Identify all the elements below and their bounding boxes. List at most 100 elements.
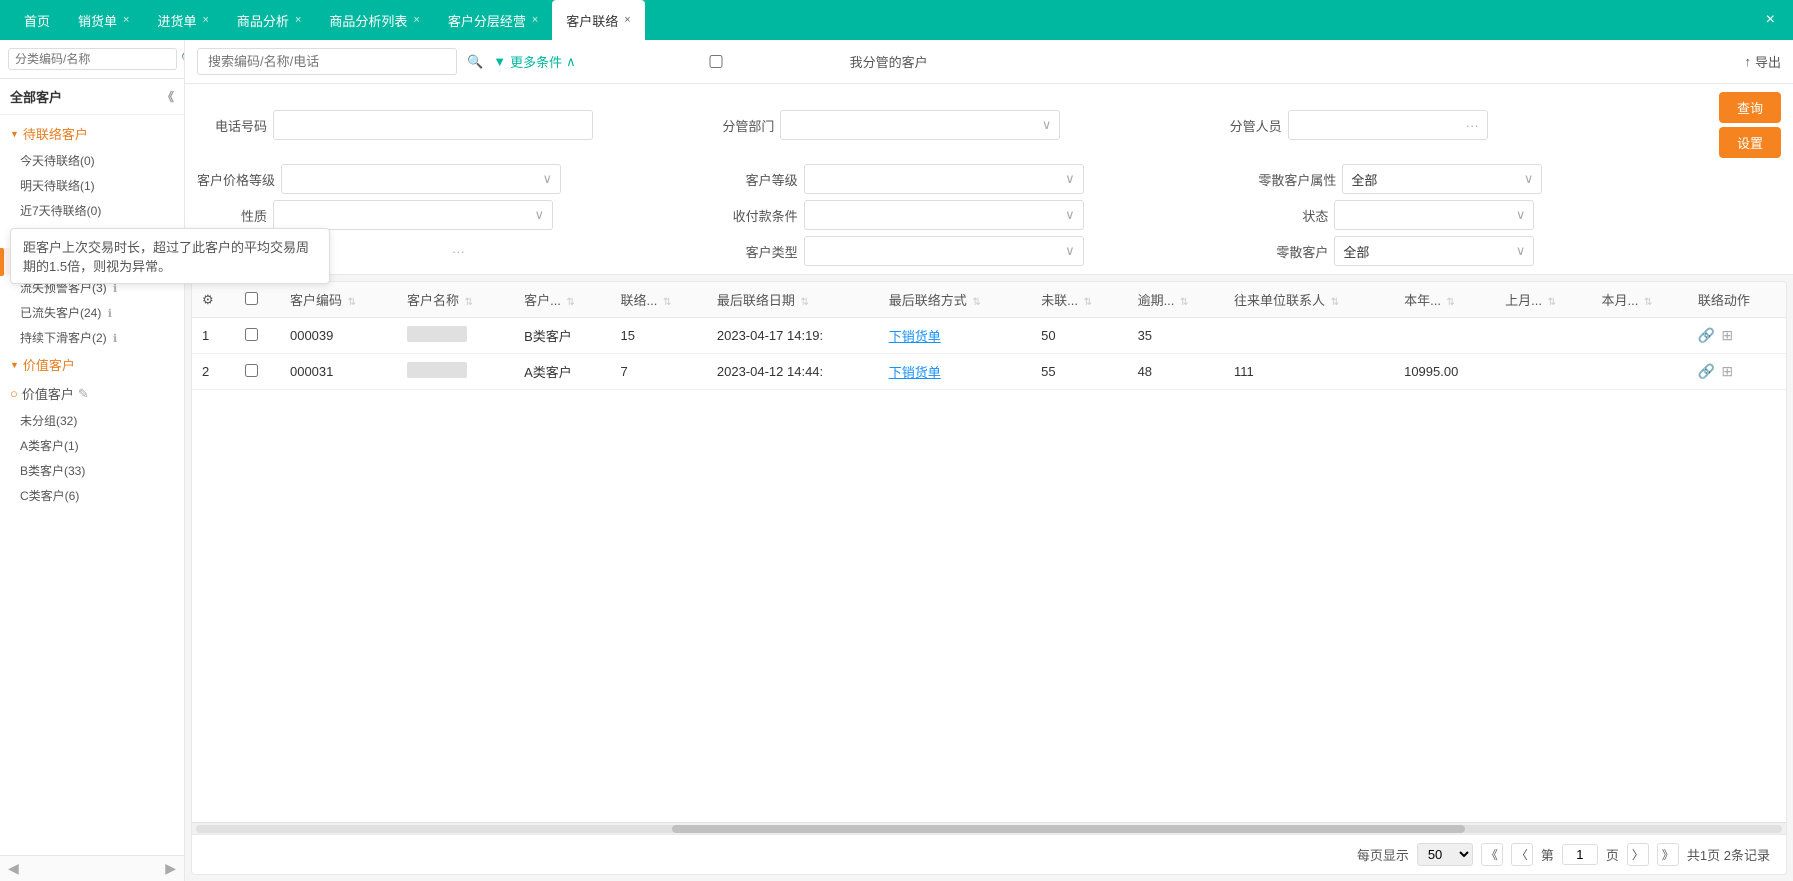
row1-last-method[interactable]: 下销货单 — [879, 318, 1031, 354]
row1-index: 1 — [192, 318, 235, 354]
sidebar-group-value[interactable]: 价值客户 — [0, 350, 184, 379]
more-filters-button[interactable]: ▼ 更多条件 ∧ — [493, 52, 575, 71]
col-settings[interactable]: ⚙ — [192, 282, 235, 318]
status-select[interactable]: ∨ — [1334, 200, 1534, 230]
sidebar-search-input[interactable] — [8, 48, 177, 70]
row1-link-icon[interactable]: 🔗 — [1698, 327, 1715, 344]
customer-type-select[interactable]: ∨ — [804, 236, 1084, 266]
row1-this-year — [1394, 318, 1495, 354]
sidebar-value-group-edit-icon[interactable]: ✎ — [78, 386, 89, 402]
select-all-checkbox[interactable] — [245, 292, 258, 305]
last-page-button[interactable]: 》 — [1657, 843, 1679, 866]
row1-checkbox[interactable] — [245, 328, 258, 341]
row2-grid-icon[interactable]: ⊞ — [1721, 363, 1733, 380]
tooltip-text: 距客户上次交易时长，超过了此客户的平均交易周期的1.5倍，则视为异常。 — [185, 240, 309, 274]
sidebar-next-arrow[interactable]: ▶ — [165, 860, 176, 877]
price-grade-select[interactable]: ∨ — [281, 164, 561, 194]
col-contact-person[interactable]: 往来单位联系人 ⇅ — [1224, 282, 1394, 318]
sort-name-icon: ⇅ — [465, 297, 473, 308]
close-product-analysis-icon[interactable]: × — [295, 14, 301, 26]
filter-price-grade-section: 客户价格等级 ∨ — [197, 164, 720, 194]
sidebar-collapse-icon[interactable]: 《 — [162, 88, 174, 105]
sort-type-icon: ⇅ — [567, 297, 575, 308]
my-customers-checkbox[interactable] — [586, 55, 846, 68]
manager-select[interactable]: ··· — [1288, 110, 1488, 140]
nav-product-analysis[interactable]: 商品分析 × — [223, 0, 315, 40]
sidebar-item-tomorrow[interactable]: 明天待联络(1) — [0, 173, 184, 198]
row1-grid-icon[interactable]: ⊞ — [1721, 327, 1733, 344]
search-input[interactable] — [197, 48, 457, 75]
col-this-month[interactable]: 本月... ⇅ — [1592, 282, 1688, 318]
prev-page-button[interactable]: 〈 — [1511, 843, 1533, 866]
content-area: 距客户上次交易时长，超过了此客户的平均交易周期的1.5倍，则视为异常。 🔍 ▼ … — [185, 40, 1793, 881]
page-number-input[interactable] — [1562, 844, 1598, 865]
nav-purchase-order[interactable]: 进货单 × — [143, 0, 222, 40]
table-scroll-wrap[interactable]: ⚙ 客户编码 ⇅ 客户名称 ⇅ — [192, 282, 1786, 822]
sidebar-item-churned[interactable]: 已流失客户(24) ℹ — [0, 300, 184, 325]
sidebar-item-declining[interactable]: 持续下滑客户(2) ℹ — [0, 325, 184, 350]
filter-search-icon[interactable]: 🔍 — [467, 54, 483, 70]
nav-customer-tier[interactable]: 客户分层经营 × — [434, 0, 552, 40]
row2-name — [397, 354, 514, 390]
gender-select[interactable]: ∨ — [273, 200, 553, 230]
customer-grade-select[interactable]: ∨ — [804, 164, 1084, 194]
row2-method-link[interactable]: 下销货单 — [889, 365, 941, 380]
dots-button[interactable]: ··· — [452, 244, 465, 259]
close-purchase-order-icon[interactable]: × — [202, 14, 208, 26]
nav-customer-contact[interactable]: 客户联络 × — [552, 0, 644, 40]
sidebar-item-class-b[interactable]: B类客户(33) — [0, 458, 184, 483]
close-customer-tier-icon[interactable]: × — [532, 14, 538, 26]
row1-method-link[interactable]: 下销货单 — [889, 329, 941, 344]
col-contact-count[interactable]: 联络... ⇅ — [610, 282, 706, 318]
all-customers-label: 全部客户 — [10, 87, 62, 106]
sidebar-group-value-label: 价值客户 — [23, 355, 75, 374]
close-customer-contact-icon[interactable]: × — [624, 14, 630, 26]
first-page-button[interactable]: 《 — [1481, 843, 1503, 866]
export-button[interactable]: ↑ 导出 — [1744, 52, 1781, 71]
sidebar-group-pending[interactable]: 待联络客户 — [0, 119, 184, 148]
col-last-contact-method[interactable]: 最后联络方式 ⇅ — [879, 282, 1031, 318]
row2-link-icon[interactable]: 🔗 — [1698, 363, 1715, 380]
row2-last-method[interactable]: 下销货单 — [879, 354, 1031, 390]
col-this-year[interactable]: 本年... ⇅ — [1394, 282, 1495, 318]
retail-customer-arrow-icon: ∨ — [1516, 243, 1526, 259]
retail-attr-select[interactable]: 全部 ∨ — [1342, 164, 1542, 194]
col-customer-type[interactable]: 客户... ⇅ — [514, 282, 610, 318]
col-uncontacted[interactable]: 未联... ⇅ — [1031, 282, 1127, 318]
close-sales-order-icon[interactable]: × — [123, 14, 129, 26]
nav-sales-order[interactable]: 销货单 × — [64, 0, 143, 40]
sidebar-item-class-c[interactable]: C类客户(6) — [0, 483, 184, 508]
sidebar-prev-arrow[interactable]: ◀ — [8, 860, 19, 877]
my-customers-label: 我分管的客户 — [850, 52, 928, 71]
scrollbar-thumb — [672, 825, 1465, 833]
window-close-icon[interactable]: × — [1758, 11, 1783, 29]
col-last-contact-date[interactable]: 最后联络日期 ⇅ — [707, 282, 879, 318]
sidebar-item-7days[interactable]: 近7天待联络(0) — [0, 198, 184, 223]
col-customer-code[interactable]: 客户编码 ⇅ — [280, 282, 397, 318]
per-page-select[interactable]: 50 20 100 — [1417, 843, 1473, 866]
next-page-button[interactable]: 〉 — [1627, 843, 1649, 866]
row2-checkbox[interactable] — [245, 364, 258, 377]
pay-term-select[interactable]: ∨ — [804, 200, 1084, 230]
table-settings-icon[interactable]: ⚙ — [202, 292, 214, 307]
col-last-month[interactable]: 上月... ⇅ — [1495, 282, 1591, 318]
status-arrow-icon: ∨ — [1516, 207, 1526, 223]
query-button[interactable]: 查询 — [1719, 92, 1781, 123]
col-customer-name[interactable]: 客户名称 ⇅ — [397, 282, 514, 318]
close-product-analysis-list-icon[interactable]: × — [413, 14, 419, 26]
dept-select[interactable]: ∨ — [780, 110, 1060, 140]
phone-input[interactable] — [273, 110, 593, 140]
settings-button[interactable]: 设置 — [1719, 127, 1781, 158]
filter-dept-section: 分管部门 ∨ — [704, 110, 1203, 140]
filter-status-section: 状态 ∨ — [1258, 200, 1781, 230]
horizontal-scrollbar[interactable] — [192, 822, 1786, 834]
col-overdue[interactable]: 逾期... ⇅ — [1128, 282, 1224, 318]
nav-product-analysis-list[interactable]: 商品分析列表 × — [315, 0, 433, 40]
sidebar-item-unclassified[interactable]: 未分组(32) — [0, 408, 184, 433]
sidebar-value-group-expand[interactable]: ○ — [10, 386, 18, 401]
retail-customer-select[interactable]: 全部 ∨ — [1334, 236, 1534, 266]
my-customers-filter[interactable]: 我分管的客户 — [586, 52, 928, 71]
nav-home[interactable]: 首页 — [10, 0, 64, 40]
sidebar-item-class-a[interactable]: A类客户(1) — [0, 433, 184, 458]
sidebar-item-today[interactable]: 今天待联络(0) — [0, 148, 184, 173]
